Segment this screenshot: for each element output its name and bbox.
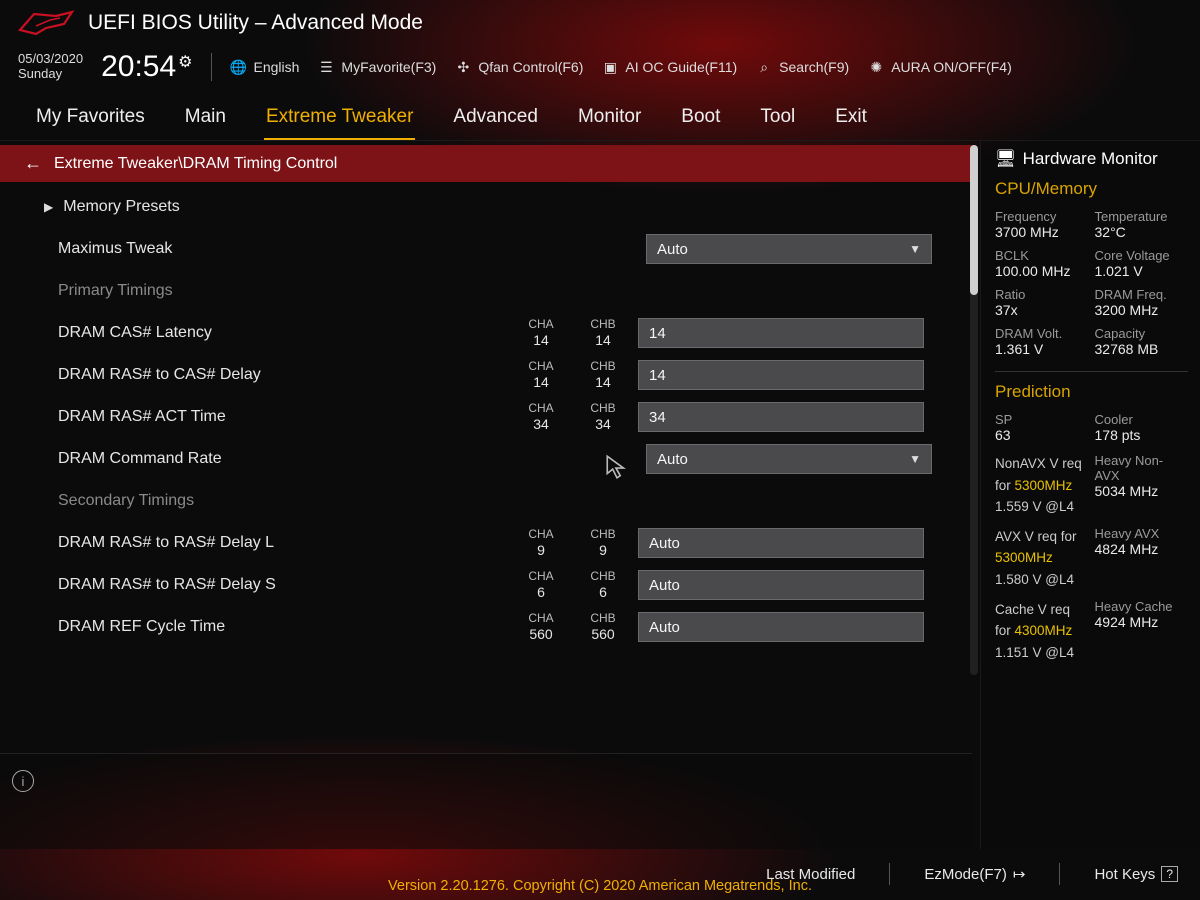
settings-list: ▶ Memory Presets Maximus Tweak Auto ▼ Pr… [0, 182, 980, 753]
ras-cas-input[interactable]: 14 [638, 360, 924, 390]
ref-cycle-row: DRAM REF Cycle Time CHA560 CHB560 Auto [0, 606, 972, 648]
prediction-heading: Prediction [995, 382, 1188, 402]
cpu-memory-grid: Frequency3700 MHz Temperature32°C BCLK10… [995, 209, 1188, 357]
aura-icon: ✺ [867, 58, 885, 76]
header: UEFI BIOS Utility – Advanced Mode [0, 0, 1200, 46]
main-panel: ← Extreme Tweaker\DRAM Timing Control ▶ … [0, 141, 980, 849]
clock[interactable]: 20:54 ⚙ [101, 50, 192, 84]
cha-label: CHA [518, 318, 564, 332]
chevron-down-icon: ▼ [909, 242, 921, 256]
cas-cha-value: 14 [518, 332, 564, 348]
primary-timings-heading: Primary Timings [0, 270, 972, 312]
ras-cas-row: DRAM RAS# to CAS# Delay CHA14 CHB14 14 [0, 354, 972, 396]
ras-ras-s-input[interactable]: Auto [638, 570, 924, 600]
ref-cycle-input[interactable]: Auto [638, 612, 924, 642]
tab-monitor[interactable]: Monitor [576, 100, 643, 140]
search-label: Search(F9) [779, 59, 849, 75]
tab-extreme-tweaker[interactable]: Extreme Tweaker [264, 100, 415, 140]
maximus-tweak-value: Auto [657, 241, 688, 258]
aura-label: AURA ON/OFF(F4) [891, 59, 1012, 75]
clock-time: 20:54 [101, 50, 176, 84]
secondary-timings-heading: Secondary Timings [0, 480, 972, 522]
aura-button[interactable]: ✺ AURA ON/OFF(F4) [867, 58, 1012, 76]
tab-my-favorites[interactable]: My Favorites [34, 100, 147, 140]
date-text: 05/03/2020 [18, 52, 83, 67]
ras-act-input[interactable]: 34 [638, 402, 924, 432]
rog-logo-icon [16, 8, 76, 38]
language-label: English [254, 59, 300, 75]
primary-timings-label: Primary Timings [58, 282, 518, 300]
separator [211, 53, 212, 81]
globe-icon: 🌐 [230, 58, 248, 76]
hwmon-title: 🖥 Hardware Monitor [995, 149, 1188, 169]
aioc-button[interactable]: ▣ AI OC Guide(F11) [601, 58, 737, 76]
cas-chb-value: 14 [580, 332, 626, 348]
ras-act-label: DRAM RAS# ACT Time [58, 408, 518, 426]
chb-label: CHB [580, 318, 626, 332]
prediction-detail-grid: NonAVX V req for 5300MHz 1.559 V @L4 Hea… [995, 453, 1188, 663]
breadcrumb: ← Extreme Tweaker\DRAM Timing Control [0, 145, 972, 182]
cpu-memory-heading: CPU/Memory [995, 179, 1188, 199]
day-text: Sunday [18, 67, 83, 82]
fan-icon: ✣ [454, 58, 472, 76]
list-icon: ☰ [317, 58, 335, 76]
chevron-down-icon: ▼ [909, 452, 921, 466]
aioc-label: AI OC Guide(F11) [625, 59, 737, 75]
info-icon: i [12, 770, 34, 792]
myfavorite-button[interactable]: ☰ MyFavorite(F3) [317, 58, 436, 76]
cmd-rate-label: DRAM Command Rate [58, 450, 518, 468]
tab-boot[interactable]: Boot [679, 100, 722, 140]
tab-exit[interactable]: Exit [833, 100, 869, 140]
prediction-sp-grid: SP63 Cooler178 pts [995, 412, 1188, 443]
hardware-monitor-panel: 🖥 Hardware Monitor CPU/Memory Frequency3… [980, 141, 1200, 849]
memory-presets-row[interactable]: ▶ Memory Presets [0, 186, 972, 228]
cas-channels: CHA14 CHB14 [518, 318, 626, 348]
gear-icon: ⚙ [178, 52, 192, 72]
help-panel: i [0, 753, 972, 849]
ras-act-row: DRAM RAS# ACT Time CHA34 CHB34 34 [0, 396, 972, 438]
cas-latency-value: 14 [649, 325, 666, 342]
cas-latency-row: DRAM CAS# Latency CHA14 CHB14 14 [0, 312, 972, 354]
tab-tool[interactable]: Tool [758, 100, 797, 140]
cas-latency-input[interactable]: 14 [638, 318, 924, 348]
ras-ras-l-input[interactable]: Auto [638, 528, 924, 558]
copyright-text: Version 2.20.1276. Copyright (C) 2020 Am… [0, 878, 1200, 894]
ras-ras-s-row: DRAM RAS# to RAS# Delay S CHA6 CHB6 Auto [0, 564, 972, 606]
cmd-rate-select[interactable]: Auto ▼ [646, 444, 932, 474]
ras-cas-label: DRAM RAS# to CAS# Delay [58, 366, 518, 384]
qfan-label: Qfan Control(F6) [478, 59, 583, 75]
back-arrow-icon[interactable]: ← [24, 153, 42, 174]
expand-caret-icon: ▶ [44, 200, 53, 214]
maximus-tweak-select[interactable]: Auto ▼ [646, 234, 932, 264]
memory-presets-label: Memory Presets [63, 198, 523, 216]
cmd-rate-row: DRAM Command Rate Auto ▼ [0, 438, 972, 480]
scrollbar-thumb[interactable] [970, 145, 978, 295]
myfavorite-label: MyFavorite(F3) [341, 59, 436, 75]
scrollbar[interactable] [970, 145, 978, 675]
cas-latency-label: DRAM CAS# Latency [58, 324, 518, 342]
monitor-icon: 🖥 [995, 149, 1017, 169]
tab-main[interactable]: Main [183, 100, 228, 140]
language-button[interactable]: 🌐 English [230, 58, 300, 76]
breadcrumb-text: Extreme Tweaker\DRAM Timing Control [54, 155, 337, 173]
maximus-tweak-row: Maximus Tweak Auto ▼ [0, 228, 972, 270]
secondary-timings-label: Secondary Timings [58, 492, 518, 510]
chip-icon: ▣ [601, 58, 619, 76]
date-block: 05/03/2020 Sunday [18, 52, 83, 82]
ras-ras-l-row: DRAM RAS# to RAS# Delay L CHA9 CHB9 Auto [0, 522, 972, 564]
tab-advanced[interactable]: Advanced [451, 100, 540, 140]
qfan-button[interactable]: ✣ Qfan Control(F6) [454, 58, 583, 76]
page-title: UEFI BIOS Utility – Advanced Mode [88, 11, 423, 35]
info-bar: 05/03/2020 Sunday 20:54 ⚙ 🌐 English ☰ My… [0, 46, 1200, 94]
search-icon: ⌕ [755, 58, 773, 76]
search-button[interactable]: ⌕ Search(F9) [755, 58, 849, 76]
tab-bar: My Favorites Main Extreme Tweaker Advanced M… [0, 94, 1200, 141]
maximus-tweak-label: Maximus Tweak [58, 240, 518, 258]
